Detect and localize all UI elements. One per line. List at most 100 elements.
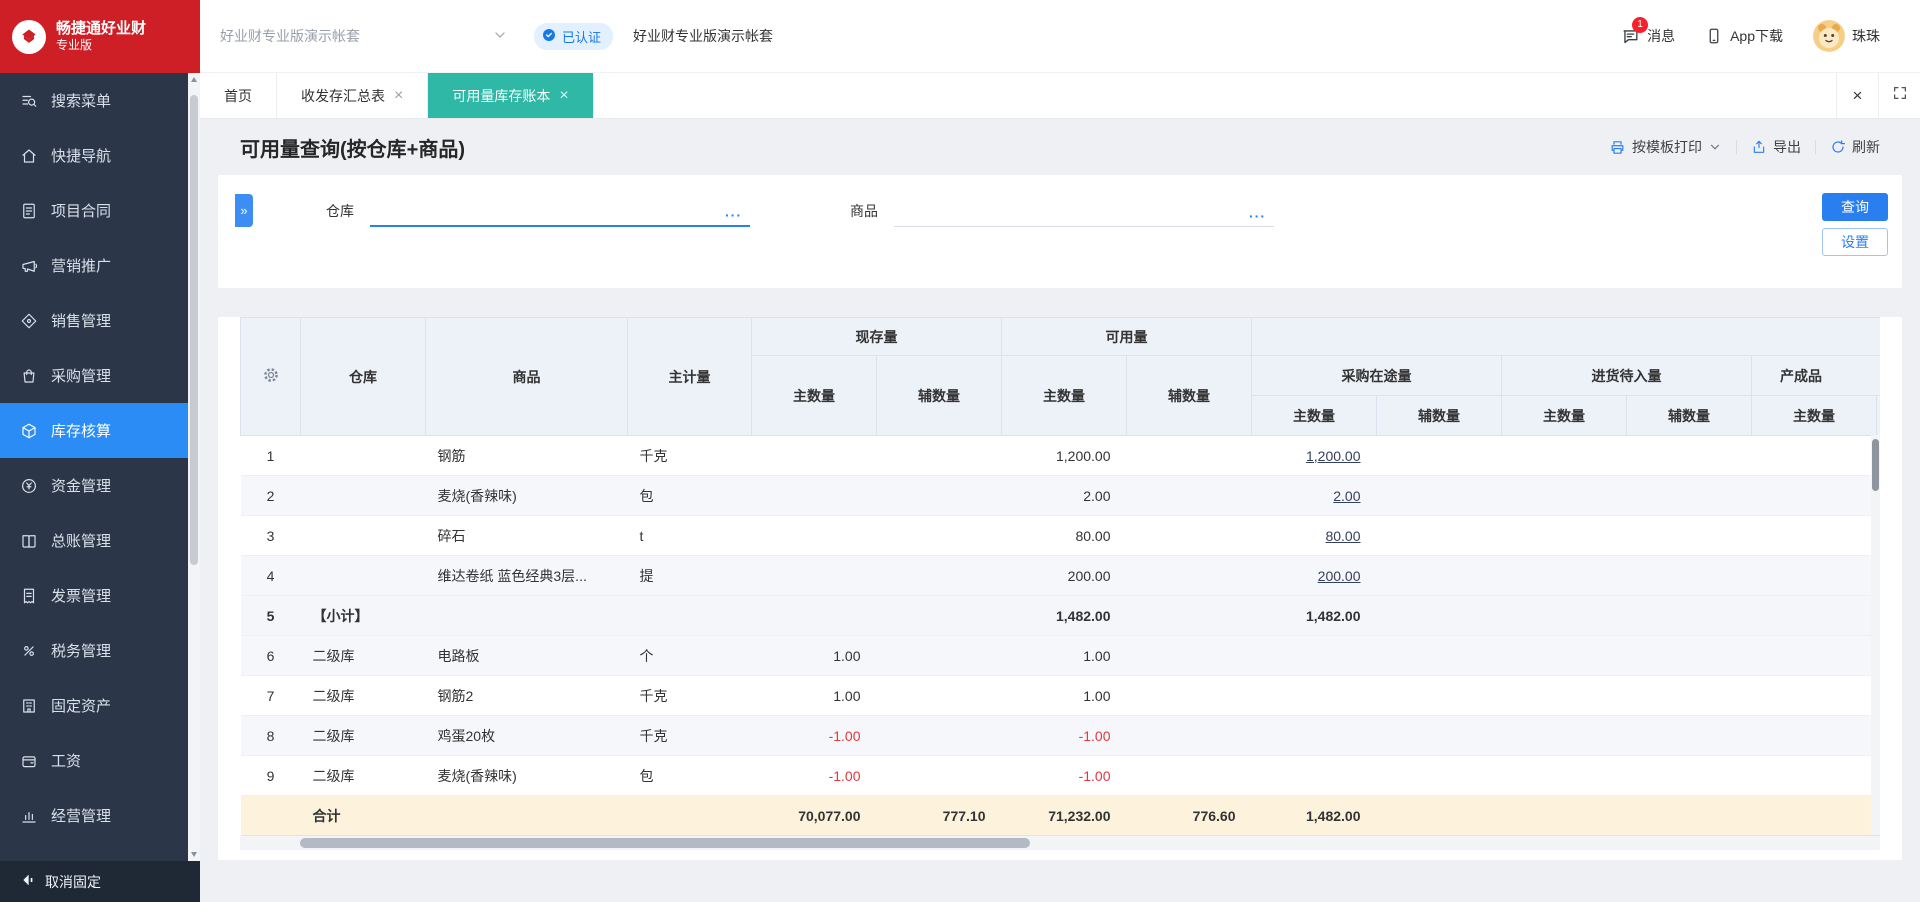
cell-avail_aux bbox=[1127, 596, 1252, 636]
table-row[interactable]: 7二级库钢筋2千克1.001.00 bbox=[241, 676, 1881, 716]
sidebar-item-payroll[interactable]: 工资 bbox=[0, 733, 200, 788]
account-set-select[interactable]: 好业财专业版演示帐套 bbox=[214, 20, 514, 52]
goods-picker-button[interactable]: ··· bbox=[1249, 208, 1274, 226]
header-incoming-main[interactable]: 主数量 bbox=[1502, 396, 1627, 436]
table-horizontal-scrollbar[interactable] bbox=[240, 836, 1880, 850]
expand-filter-button[interactable]: » bbox=[235, 194, 253, 227]
header-available-main[interactable]: 主数量 bbox=[1002, 356, 1127, 436]
warehouse-filter-input[interactable]: ··· bbox=[370, 197, 750, 227]
messages-button[interactable]: 1 消息 bbox=[1621, 26, 1675, 46]
query-button[interactable]: 查询 bbox=[1822, 193, 1888, 221]
horizontal-scrollbar-thumb[interactable] bbox=[300, 838, 1030, 848]
tab-home[interactable]: 首页 bbox=[200, 73, 277, 118]
vertical-scrollbar-thumb[interactable] bbox=[1872, 439, 1879, 491]
app-download-button[interactable]: App下载 bbox=[1705, 26, 1783, 46]
sidebar-item-inventory-accounting[interactable]: 库存核算 bbox=[0, 403, 200, 458]
cell-finished_main bbox=[1752, 516, 1877, 556]
tab-close-icon[interactable]: × bbox=[559, 88, 568, 104]
user-menu[interactable]: 珠珠 bbox=[1813, 20, 1880, 52]
scroll-up-icon[interactable] bbox=[191, 77, 197, 82]
sidebar-scrollbar-thumb[interactable] bbox=[190, 95, 198, 565]
cell-onhand_aux bbox=[877, 476, 1002, 516]
table-vertical-scrollbar[interactable] bbox=[1871, 435, 1880, 835]
cell-unit: 个 bbox=[628, 636, 752, 676]
cell-incoming_aux bbox=[1627, 596, 1752, 636]
page-title: 可用量查询(按仓库+商品) bbox=[240, 133, 465, 162]
sidebar-item-project-contract[interactable]: 项目合同 bbox=[0, 183, 200, 238]
header-available-aux[interactable]: 辅数量 bbox=[1127, 356, 1252, 436]
contract-icon bbox=[20, 202, 38, 220]
header-transit-main[interactable]: 主数量 bbox=[1252, 396, 1377, 436]
cell-goods: 鸡蛋20枚 bbox=[426, 716, 628, 756]
cell-warehouse: 二级库 bbox=[301, 716, 426, 756]
header-incoming-aux[interactable]: 辅数量 bbox=[1627, 396, 1752, 436]
cell-onhand_main bbox=[752, 476, 877, 516]
header-onhand-aux[interactable]: 辅数量 bbox=[877, 356, 1002, 436]
row-index: 5 bbox=[241, 596, 301, 636]
sidebar-item-purchase[interactable]: 采购管理 bbox=[0, 348, 200, 403]
tab-available-ledger[interactable]: 可用量库存账本× bbox=[428, 73, 593, 118]
main-area: 好业财专业版演示帐套 已认证 好业财专业版演示帐套 1 消息 bbox=[200, 0, 1920, 902]
cell-unit bbox=[628, 796, 752, 836]
table-row[interactable]: 6二级库电路板个1.001.00 bbox=[241, 636, 1881, 676]
sidebar-item-sales[interactable]: 销售管理 bbox=[0, 293, 200, 348]
scroll-down-icon[interactable] bbox=[191, 852, 197, 857]
sidebar-item-fixed-assets[interactable]: 固定资产 bbox=[0, 678, 200, 733]
sidebar-item-general-ledger[interactable]: 总账管理 bbox=[0, 513, 200, 568]
cell-transit_main-link[interactable]: 2.00 bbox=[1252, 476, 1377, 516]
cell-onhand_main: -1.00 bbox=[752, 756, 877, 796]
cell-onhand_aux bbox=[877, 556, 1002, 596]
sidebar-scrollbar[interactable] bbox=[188, 73, 200, 861]
cell-finished_main bbox=[1752, 756, 1877, 796]
header-transit-aux[interactable]: 辅数量 bbox=[1377, 396, 1502, 436]
table-row[interactable]: 3碎石t80.0080.00 bbox=[241, 516, 1881, 556]
cell-warehouse bbox=[301, 476, 426, 516]
sidebar-item-quick-nav[interactable]: 快捷导航 bbox=[0, 128, 200, 183]
sidebar-item-clipped-item[interactable] bbox=[0, 843, 200, 861]
cell-transit_main bbox=[1252, 756, 1377, 796]
table-row[interactable]: 2麦烧(香辣味)包2.002.00 bbox=[241, 476, 1881, 516]
cell-transit_main-link[interactable]: 1,200.00 bbox=[1252, 436, 1377, 476]
header-finished-main[interactable]: 主数量 bbox=[1752, 396, 1877, 436]
table-row[interactable]: 4维达卷纸 蓝色经典3层...提200.00200.00 bbox=[241, 556, 1881, 596]
column-settings-button[interactable] bbox=[241, 318, 301, 436]
cell-unit: 千克 bbox=[628, 436, 752, 476]
table-row[interactable]: 1钢筋千克1,200.001,200.00 bbox=[241, 436, 1881, 476]
tab-inout-summary[interactable]: 收发存汇总表 × bbox=[277, 73, 428, 118]
sidebar-item-marketing[interactable]: 营销推广 bbox=[0, 238, 200, 293]
app-window: 畅捷通好业财 专业版 搜索菜单快捷导航项目合同营销推广销售管理采购管理库存核算资… bbox=[0, 0, 1920, 902]
sidebar-item-tax[interactable]: 税务管理 bbox=[0, 623, 200, 678]
printer-icon bbox=[1609, 139, 1626, 156]
certified-badge: 已认证 bbox=[534, 23, 613, 50]
header-finished-aux[interactable]: 辅数量 bbox=[1877, 396, 1881, 436]
tab-label: 收发存汇总表 bbox=[301, 86, 385, 106]
close-page-button[interactable]: × bbox=[1836, 73, 1878, 118]
sidebar-item-funds[interactable]: 资金管理 bbox=[0, 458, 200, 513]
table-row[interactable]: 8二级库鸡蛋20枚千克-1.00-1.00 bbox=[241, 716, 1881, 756]
maximize-button[interactable] bbox=[1878, 73, 1920, 118]
subtotal-row[interactable]: 5【小计】1,482.001,482.00 bbox=[241, 596, 1881, 636]
header-onhand-main[interactable]: 主数量 bbox=[752, 356, 877, 436]
export-button[interactable]: 导出 bbox=[1751, 137, 1801, 157]
refresh-button[interactable]: 刷新 bbox=[1830, 137, 1880, 157]
print-by-template-button[interactable]: 按模板打印 bbox=[1609, 137, 1722, 157]
warehouse-picker-button[interactable]: ··· bbox=[725, 207, 750, 225]
cell-transit_aux bbox=[1377, 556, 1502, 596]
sidebar-item-invoice[interactable]: 发票管理 bbox=[0, 568, 200, 623]
tab-close-icon[interactable]: × bbox=[394, 88, 403, 104]
sidebar-nav: 搜索菜单快捷导航项目合同营销推广销售管理采购管理库存核算资金管理总账管理发票管理… bbox=[0, 73, 200, 861]
settings-button[interactable]: 设置 bbox=[1822, 228, 1888, 256]
header-warehouse[interactable]: 仓库 bbox=[301, 318, 426, 436]
unpin-sidebar-button[interactable]: 取消固定 bbox=[0, 861, 200, 902]
cell-onhand_aux bbox=[877, 596, 1002, 636]
header-unit[interactable]: 主计量 bbox=[628, 318, 752, 436]
goods-filter-input[interactable]: ··· bbox=[894, 197, 1274, 227]
sidebar-item-search-menu[interactable]: 搜索菜单 bbox=[0, 73, 200, 128]
total-avail_main: 71,232.00 bbox=[1002, 796, 1127, 836]
cell-transit_main-link[interactable]: 200.00 bbox=[1252, 556, 1377, 596]
promo-icon bbox=[20, 257, 38, 275]
cell-transit_main-link[interactable]: 80.00 bbox=[1252, 516, 1377, 556]
sidebar-item-business[interactable]: 经营管理 bbox=[0, 788, 200, 843]
table-row[interactable]: 9二级库麦烧(香辣味)包-1.00-1.00 bbox=[241, 756, 1881, 796]
header-goods[interactable]: 商品 bbox=[426, 318, 628, 436]
